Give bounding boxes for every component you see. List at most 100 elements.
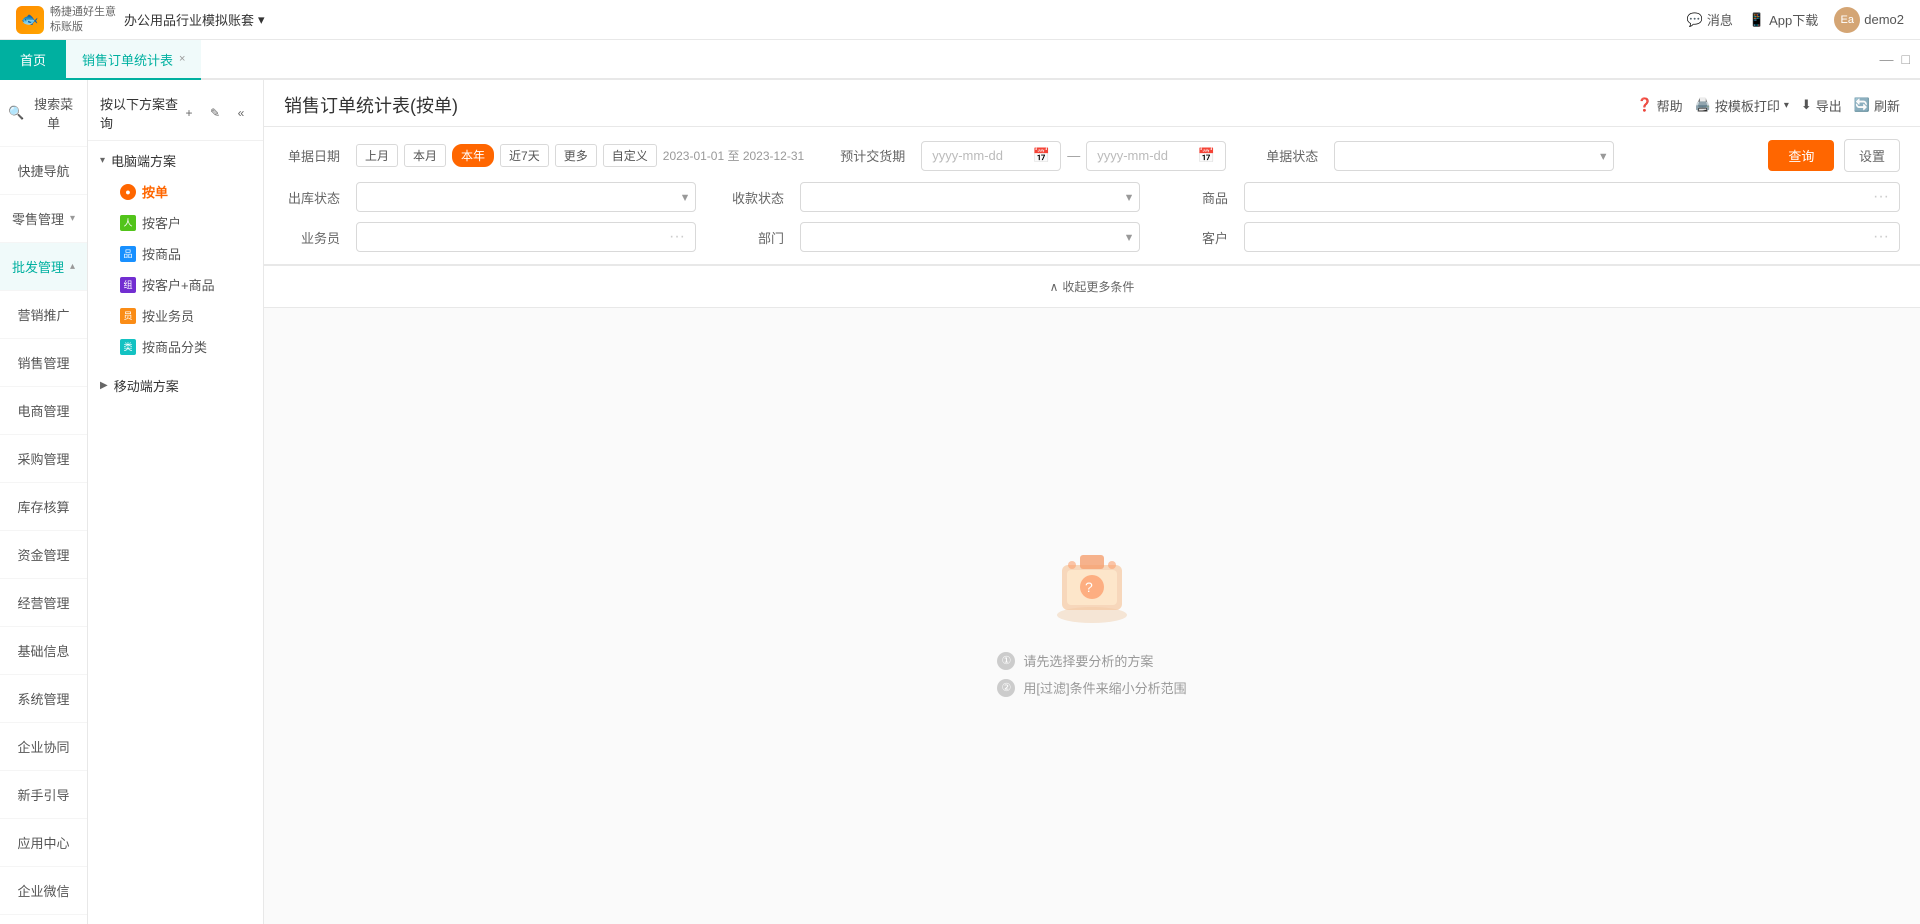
message-button[interactable]: 💬 消息 — [1687, 10, 1733, 29]
calendar-start-icon[interactable]: 📅 — [1033, 147, 1050, 164]
desktop-section-header[interactable]: ▾ 电脑端方案 — [88, 145, 263, 176]
date-separator: — — [1067, 148, 1080, 163]
empty-tip-2: ② 用[过滤]条件来缩小分析范围 — [997, 678, 1186, 697]
sidebar-item-marketing[interactable]: 营销推广 — [0, 291, 87, 339]
scheme-item-by-category[interactable]: 类 按商品分类 — [88, 331, 263, 362]
this-year-btn[interactable]: 本年 — [452, 144, 494, 167]
date-label: 单据日期 — [284, 146, 340, 165]
sidebar-item-sales[interactable]: 销售管理 — [0, 339, 87, 387]
status-label: 单据状态 — [1262, 146, 1318, 165]
phone-icon: 📱 — [1749, 12, 1765, 28]
empty-illustration: ? — [1042, 535, 1142, 635]
sidebar-item-search-menu[interactable]: 🔍 搜索菜单 — [0, 80, 87, 147]
custom-date-btn[interactable]: 自定义 — [603, 144, 657, 167]
page-header: 销售订单统计表(按单) ❓ 帮助 🖨️ 按模板打印 ▾ ⬇ 导出 — [264, 80, 1920, 127]
delivery-start-date[interactable]: yyyy-mm-dd 📅 — [921, 141, 1061, 171]
dept-select[interactable] — [800, 222, 1140, 252]
dept-label: 部门 — [728, 228, 784, 247]
sidebar-item-inventory[interactable]: 库存核算 — [0, 483, 87, 531]
delivery-status-wrap: ▾ — [356, 182, 696, 212]
window-minimize-icon[interactable]: — — [1880, 51, 1894, 67]
print-button[interactable]: 🖨️ 按模板打印 ▾ — [1695, 96, 1789, 115]
goods-dots-icon: ··· — [1873, 188, 1889, 206]
breadcrumb[interactable]: 办公用品行业模拟账套 ▾ — [124, 10, 265, 29]
scheme-item-by-customer[interactable]: 人 按客户 — [88, 207, 263, 238]
settings-button[interactable]: 设置 — [1844, 139, 1900, 172]
empty-tip-1: ① 请先选择要分析的方案 — [997, 651, 1186, 670]
tab-close-icon[interactable]: × — [179, 53, 185, 65]
sidebar: 🔍 搜索菜单 快捷导航 零售管理 ▾ 批发管理 ▴ 营销推广 销售管理 电商管理… — [0, 80, 88, 924]
salesperson-dots-icon: ··· — [669, 228, 685, 246]
customer-input[interactable]: ··· — [1244, 222, 1900, 252]
sidebar-item-retail[interactable]: 零售管理 ▾ — [0, 195, 87, 243]
sidebar-item-system[interactable]: 系统管理 — [0, 675, 87, 723]
filter-row-2: 出库状态 ▾ 收款状态 ▾ 商品 ··· — [284, 182, 1900, 212]
scheme-item-by-salesperson[interactable]: 员 按业务员 — [88, 300, 263, 331]
last-month-btn[interactable]: 上月 — [356, 144, 398, 167]
search-button[interactable]: 查询 — [1768, 140, 1834, 171]
sidebar-item-operations[interactable]: 经营管理 — [0, 579, 87, 627]
last-7-days-btn[interactable]: 近7天 — [500, 144, 549, 167]
section-expand-icon: ▾ — [100, 155, 105, 166]
delivery-status-select[interactable] — [356, 182, 696, 212]
delivery-end-date[interactable]: yyyy-mm-dd 📅 — [1086, 141, 1226, 171]
sidebar-item-quick-nav[interactable]: 快捷导航 — [0, 147, 87, 195]
sidebar-item-wholesale[interactable]: 批发管理 ▴ — [0, 243, 87, 291]
sidebar-item-membership[interactable]: 畅会员 — [0, 915, 87, 924]
sidebar-item-app-center[interactable]: 应用中心 — [0, 819, 87, 867]
section-label: 电脑端方案 — [111, 151, 176, 170]
more-date-btn[interactable]: 更多 — [555, 144, 597, 167]
scheme-item-by-order[interactable]: ● 按单 — [88, 176, 263, 207]
this-month-btn[interactable]: 本月 — [404, 144, 446, 167]
sidebar-item-enterprise[interactable]: 企业协同 — [0, 723, 87, 771]
date-buttons-group: 上月 本月 本年 近7天 更多 自定义 2023-01-01 至 2023-12… — [356, 144, 804, 167]
window-maximize-icon[interactable]: □ — [1902, 51, 1910, 67]
topbar: 🐟 畅捷通好生意 标账版 办公用品行业模拟账套 ▾ 💬 消息 📱 App下载 E… — [0, 0, 1920, 40]
filter-row-1: 单据日期 上月 本月 本年 近7天 更多 自定义 2023-01-01 至 20… — [284, 139, 1900, 172]
export-button[interactable]: ⬇ 导出 — [1801, 96, 1842, 115]
collapse-scheme-icon[interactable]: « — [231, 103, 251, 123]
page-title: 销售订单统计表(按单) — [284, 92, 458, 118]
user-avatar-area[interactable]: Ea demo2 — [1834, 7, 1904, 33]
add-scheme-icon[interactable]: + — [179, 103, 199, 123]
filter-area: 单据日期 上月 本月 本年 近7天 更多 自定义 2023-01-01 至 20… — [264, 127, 1920, 265]
goods-input[interactable]: ··· — [1244, 182, 1900, 212]
scheme-item-by-customer-goods[interactable]: 组 按客户+商品 — [88, 269, 263, 300]
filter-row-3: 业务员 ··· 部门 ▾ 客户 ··· — [284, 222, 1900, 252]
tip2-number: ② — [997, 679, 1015, 697]
by-category-icon: 类 — [120, 339, 136, 355]
page-header-actions: ❓ 帮助 🖨️ 按模板打印 ▾ ⬇ 导出 🔄 刷新 — [1636, 96, 1900, 115]
tab-home[interactable]: 首页 — [0, 40, 66, 80]
customer-dots-icon: ··· — [1873, 228, 1889, 246]
refresh-icon: 🔄 — [1854, 97, 1870, 113]
expected-delivery-label: 预计交货期 — [840, 146, 905, 165]
topbar-right: 💬 消息 📱 App下载 Ea demo2 — [1687, 7, 1904, 33]
status-select[interactable] — [1334, 141, 1614, 171]
main-layout: 🔍 搜索菜单 快捷导航 零售管理 ▾ 批发管理 ▴ 营销推广 销售管理 电商管理… — [0, 80, 1920, 924]
sidebar-item-basic-info[interactable]: 基础信息 — [0, 627, 87, 675]
scheme-item-by-goods[interactable]: 品 按商品 — [88, 238, 263, 269]
sidebar-item-newbie[interactable]: 新手引导 — [0, 771, 87, 819]
delivery-status-label: 出库状态 — [284, 188, 340, 207]
by-customer-icon: 人 — [120, 215, 136, 231]
sidebar-item-finance[interactable]: 资金管理 — [0, 531, 87, 579]
tab-sales-order-stats[interactable]: 销售订单统计表 × — [66, 40, 201, 80]
sidebar-item-purchase[interactable]: 采购管理 — [0, 435, 87, 483]
payment-status-select[interactable] — [800, 182, 1140, 212]
edit-scheme-icon[interactable]: ✎ — [205, 103, 225, 123]
by-salesperson-icon: 员 — [120, 308, 136, 324]
mobile-section-header[interactable]: ▶ 移动端方案 — [88, 370, 263, 401]
scheme-panel-icons: + ✎ « — [179, 103, 251, 123]
content-area: 按以下方案查询 + ✎ « ▾ 电脑端方案 ● 按单 — [88, 80, 1920, 924]
app-download-button[interactable]: 📱 App下载 — [1749, 10, 1818, 29]
calendar-end-icon[interactable]: 📅 — [1198, 147, 1215, 164]
sidebar-item-corp-wechat[interactable]: 企业微信 — [0, 867, 87, 915]
refresh-button[interactable]: 🔄 刷新 — [1854, 96, 1900, 115]
sidebar-item-ecommerce[interactable]: 电商管理 — [0, 387, 87, 435]
salesperson-input[interactable]: ··· — [356, 222, 696, 252]
action-buttons: 查询 设置 — [1768, 139, 1900, 172]
empty-tips: ① 请先选择要分析的方案 ② 用[过滤]条件来缩小分析范围 — [997, 651, 1186, 697]
chevron-up-icon: ▴ — [70, 261, 75, 272]
collapse-button[interactable]: ∧ 收起更多条件 — [1044, 272, 1141, 301]
help-button[interactable]: ❓ 帮助 — [1636, 96, 1682, 115]
